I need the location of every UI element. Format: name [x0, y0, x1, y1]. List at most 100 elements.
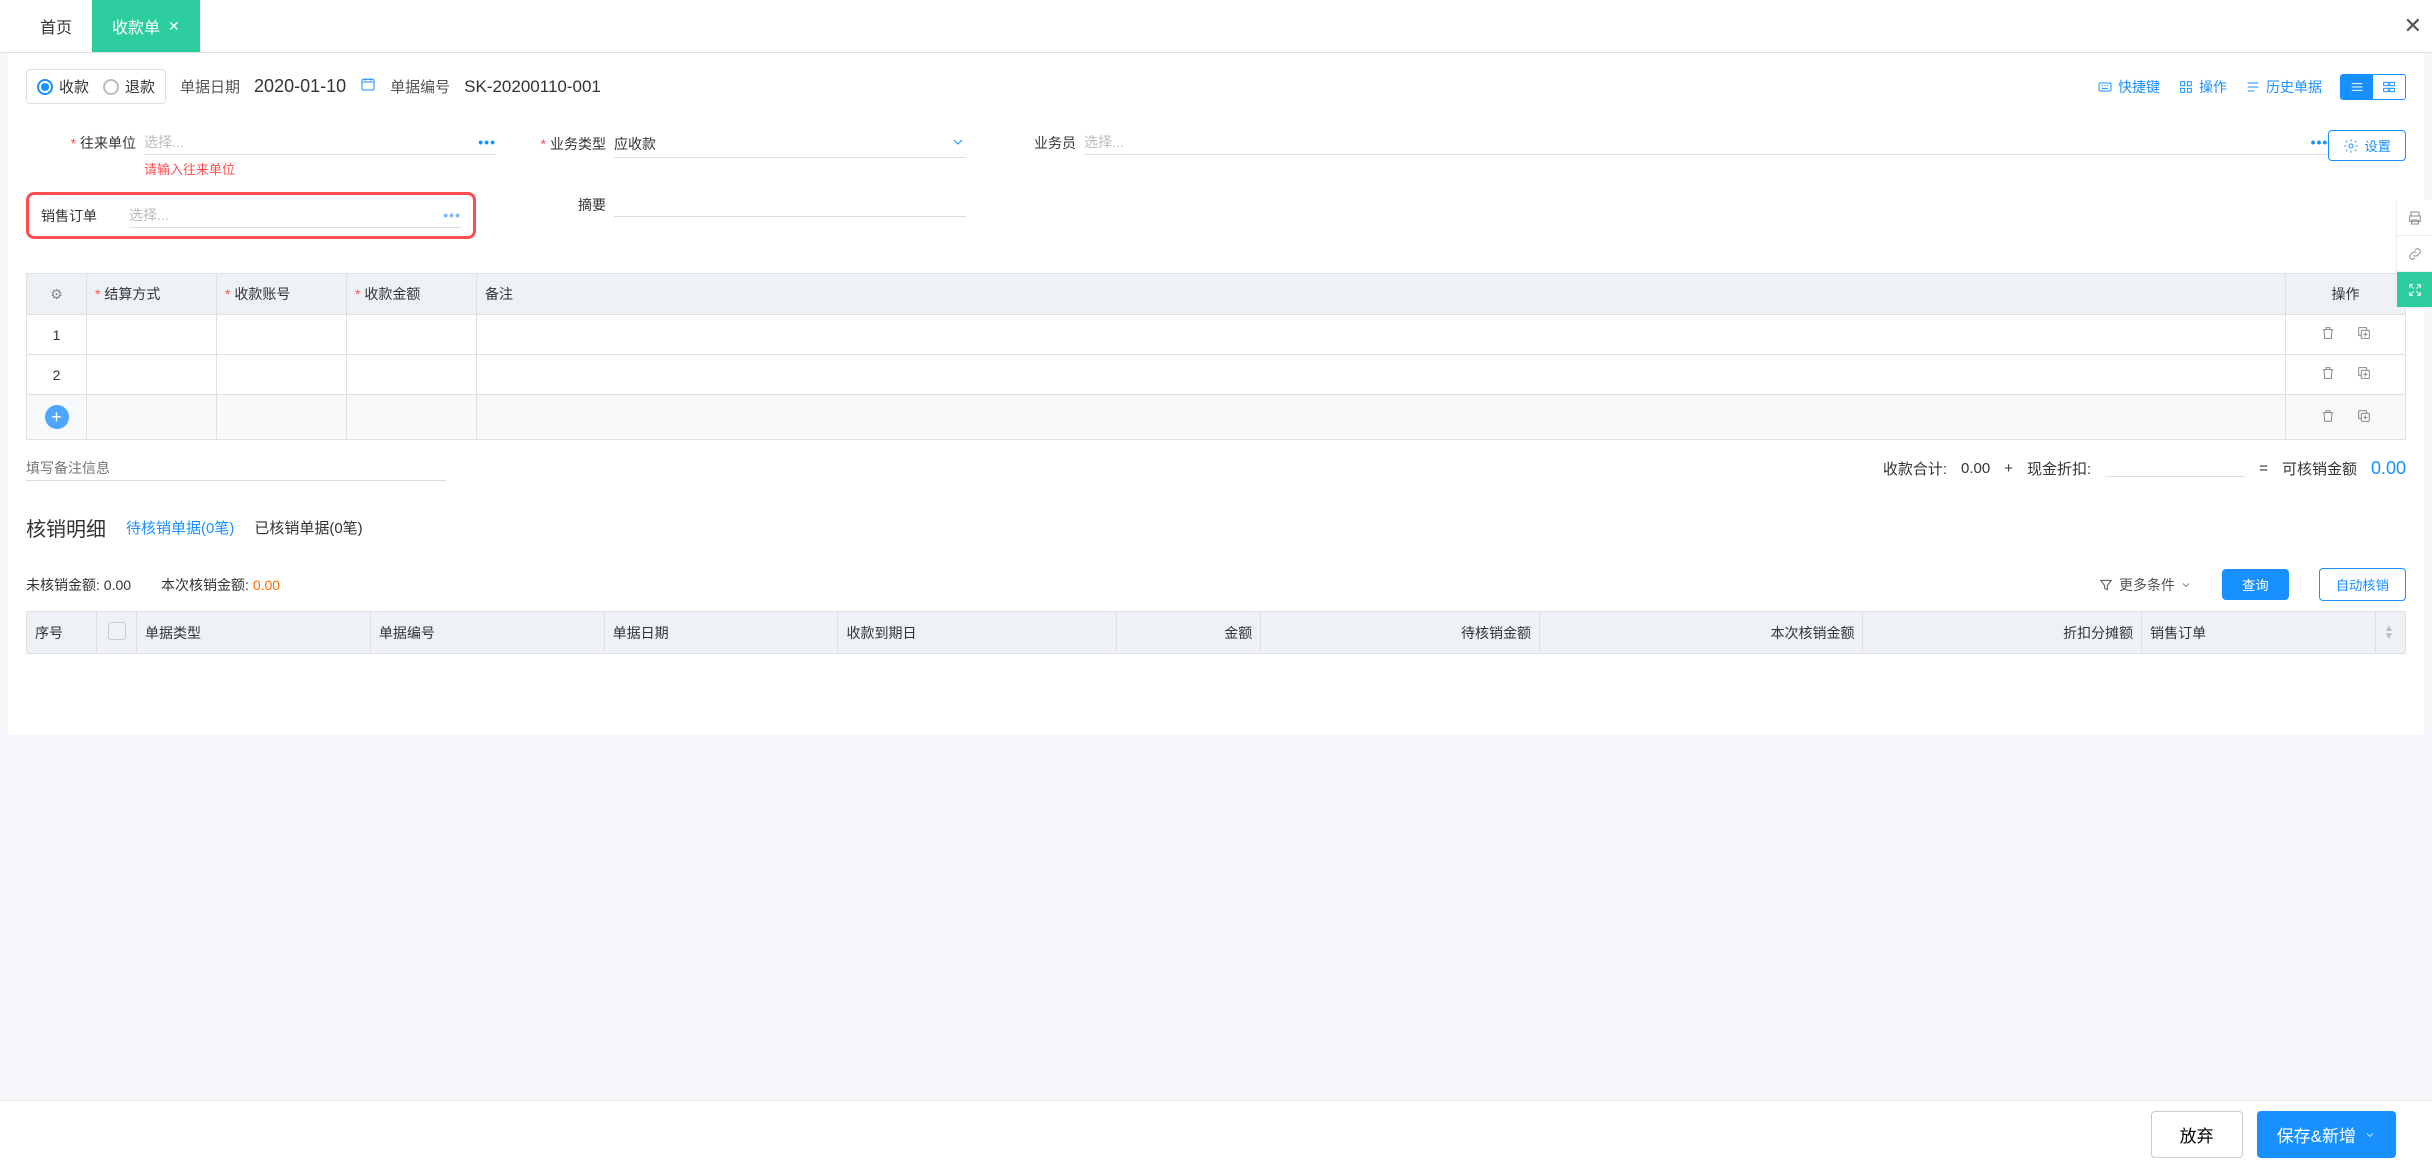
- col-number: 单据编号: [370, 612, 604, 654]
- calendar-icon[interactable]: [360, 76, 376, 97]
- close-main-icon[interactable]: ✕: [2404, 13, 2422, 39]
- main-content: 收款 退款 单据日期 2020-01-10 单据编号 SK-20200110-0…: [8, 53, 2424, 734]
- operate-label: 操作: [2199, 77, 2227, 97]
- partner-input[interactable]: [144, 134, 478, 150]
- auto-writeoff-button[interactable]: 自动核销: [2319, 568, 2406, 601]
- settings-label: 设置: [2364, 136, 2391, 155]
- salesman-input[interactable]: [1084, 134, 2311, 150]
- copy-icon[interactable]: [2356, 365, 2372, 384]
- close-icon[interactable]: ✕: [168, 18, 180, 35]
- copy-icon[interactable]: [2356, 325, 2372, 344]
- tab-receipt-label: 收款单: [112, 14, 160, 38]
- partner-error: 请输入往来单位: [144, 159, 496, 178]
- settings-button[interactable]: 设置: [2328, 130, 2406, 161]
- discount-input[interactable]: [2105, 461, 2245, 477]
- col-scroll[interactable]: ▲▼: [2376, 612, 2406, 654]
- doc-num-label: 单据编号: [390, 76, 450, 97]
- delete-icon[interactable]: [2320, 408, 2336, 427]
- chevron-down-icon[interactable]: [950, 134, 966, 153]
- actions-header: 操作: [2286, 274, 2406, 315]
- biztype-input[interactable]: [614, 136, 950, 152]
- gear-icon: ⚙: [50, 286, 63, 302]
- this-value: 0.00: [253, 577, 280, 593]
- toolbar: 快捷键 操作 历史单据: [2097, 74, 2406, 100]
- query-button[interactable]: 查询: [2222, 569, 2289, 600]
- tab-pending[interactable]: 待核销单据(0笔): [126, 517, 234, 538]
- tab-home[interactable]: 首页: [20, 0, 92, 52]
- rail-expand-icon[interactable]: [2396, 272, 2432, 308]
- summary-input[interactable]: [614, 196, 966, 212]
- plus-sign: +: [2004, 460, 2013, 477]
- writeoff-summary: 未核销金额: 0.00 本次核销金额: 0.00 更多条件 查询 自动核销: [26, 558, 2406, 611]
- unpaid-value: 0.00: [104, 577, 131, 593]
- shortcut-button[interactable]: 快捷键: [2097, 77, 2160, 97]
- more-filters-button[interactable]: 更多条件: [2098, 575, 2192, 595]
- document-header: 收款 退款 单据日期 2020-01-10 单据编号 SK-20200110-0…: [26, 53, 2406, 120]
- doc-num-value: SK-20200110-001: [464, 77, 601, 97]
- chevron-down-icon: [2364, 1127, 2376, 1143]
- keyboard-icon: [2097, 79, 2113, 95]
- list-icon: [2245, 79, 2261, 95]
- total-value: 0.00: [1961, 460, 1990, 477]
- rail-link-icon[interactable]: [2396, 236, 2432, 272]
- radio-refund[interactable]: 退款: [103, 76, 155, 97]
- col-type: 单据类型: [137, 612, 371, 654]
- more-icon[interactable]: •••: [443, 207, 461, 223]
- delete-icon[interactable]: [2320, 325, 2336, 344]
- row-index: 2: [27, 355, 87, 395]
- tabs-bar: 首页 收款单 ✕ ✕: [0, 0, 2432, 53]
- col-seq: 序号: [27, 612, 97, 654]
- row-index: 1: [27, 315, 87, 355]
- chevron-down-icon: [2180, 577, 2192, 593]
- history-button[interactable]: 历史单据: [2245, 77, 2322, 97]
- col-checkbox[interactable]: [97, 612, 137, 654]
- col-salesorder: 销售订单: [2142, 612, 2376, 654]
- shortcut-label: 快捷键: [2118, 77, 2160, 97]
- this-label: 本次核销金额:: [161, 577, 249, 593]
- view-card-button[interactable]: [2373, 75, 2405, 99]
- save-button[interactable]: 保存&新增: [2257, 1111, 2396, 1158]
- add-row-button[interactable]: +: [45, 405, 69, 429]
- radio-refund-label: 退款: [125, 76, 155, 97]
- doc-date-label: 单据日期: [180, 76, 240, 97]
- gear-column-header[interactable]: ⚙: [27, 274, 87, 315]
- col-pending: 待核销金额: [1261, 612, 1540, 654]
- more-icon[interactable]: •••: [2311, 134, 2329, 150]
- writeoff-value: 0.00: [2371, 458, 2406, 479]
- amount-header: 收款金额: [347, 274, 477, 315]
- view-list-button[interactable]: [2341, 75, 2373, 99]
- summary-row: 收款合计: 0.00 + 现金折扣: = 可核销金额 0.00: [26, 440, 2406, 497]
- more-icon[interactable]: •••: [478, 134, 496, 150]
- sales-order-highlight: 销售订单 •••: [26, 192, 476, 239]
- radio-receipt[interactable]: 收款: [37, 76, 89, 97]
- writeoff-label: 可核销金额: [2282, 458, 2357, 479]
- equals-sign: =: [2259, 460, 2268, 477]
- salesorder-input[interactable]: [129, 207, 443, 223]
- table-row[interactable]: 1: [27, 315, 2406, 355]
- tab-receipt[interactable]: 收款单 ✕: [92, 0, 200, 52]
- settle-header: 结算方式: [87, 274, 217, 315]
- checkbox-icon: [108, 622, 126, 640]
- col-date: 单据日期: [604, 612, 838, 654]
- doc-date-value[interactable]: 2020-01-10: [254, 76, 346, 97]
- discount-label: 现金折扣:: [2027, 458, 2091, 479]
- salesman-label: 业务员: [966, 133, 1076, 153]
- table-row[interactable]: 2: [27, 355, 2406, 395]
- unpaid-label: 未核销金额:: [26, 577, 100, 593]
- notes-header: 备注: [477, 274, 2286, 315]
- biztype-label: 业务类型: [496, 134, 606, 154]
- grid-icon: [2178, 79, 2194, 95]
- total-label: 收款合计:: [1883, 458, 1947, 479]
- delete-icon[interactable]: [2320, 365, 2336, 384]
- notes-input[interactable]: [26, 456, 446, 481]
- card-icon: [2381, 79, 2397, 95]
- gear-icon: [2343, 138, 2359, 154]
- copy-icon[interactable]: [2356, 408, 2372, 427]
- rail-print-icon[interactable]: [2396, 200, 2432, 236]
- radio-icon-unchecked: [103, 79, 119, 95]
- detail-table: 序号 单据类型 单据编号 单据日期 收款到期日 金额 待核销金额 本次核销金额 …: [26, 611, 2406, 654]
- history-label: 历史单据: [2266, 77, 2322, 97]
- operate-button[interactable]: 操作: [2178, 77, 2227, 97]
- tab-done[interactable]: 已核销单据(0笔): [254, 517, 362, 538]
- abandon-button[interactable]: 放弃: [2151, 1111, 2243, 1158]
